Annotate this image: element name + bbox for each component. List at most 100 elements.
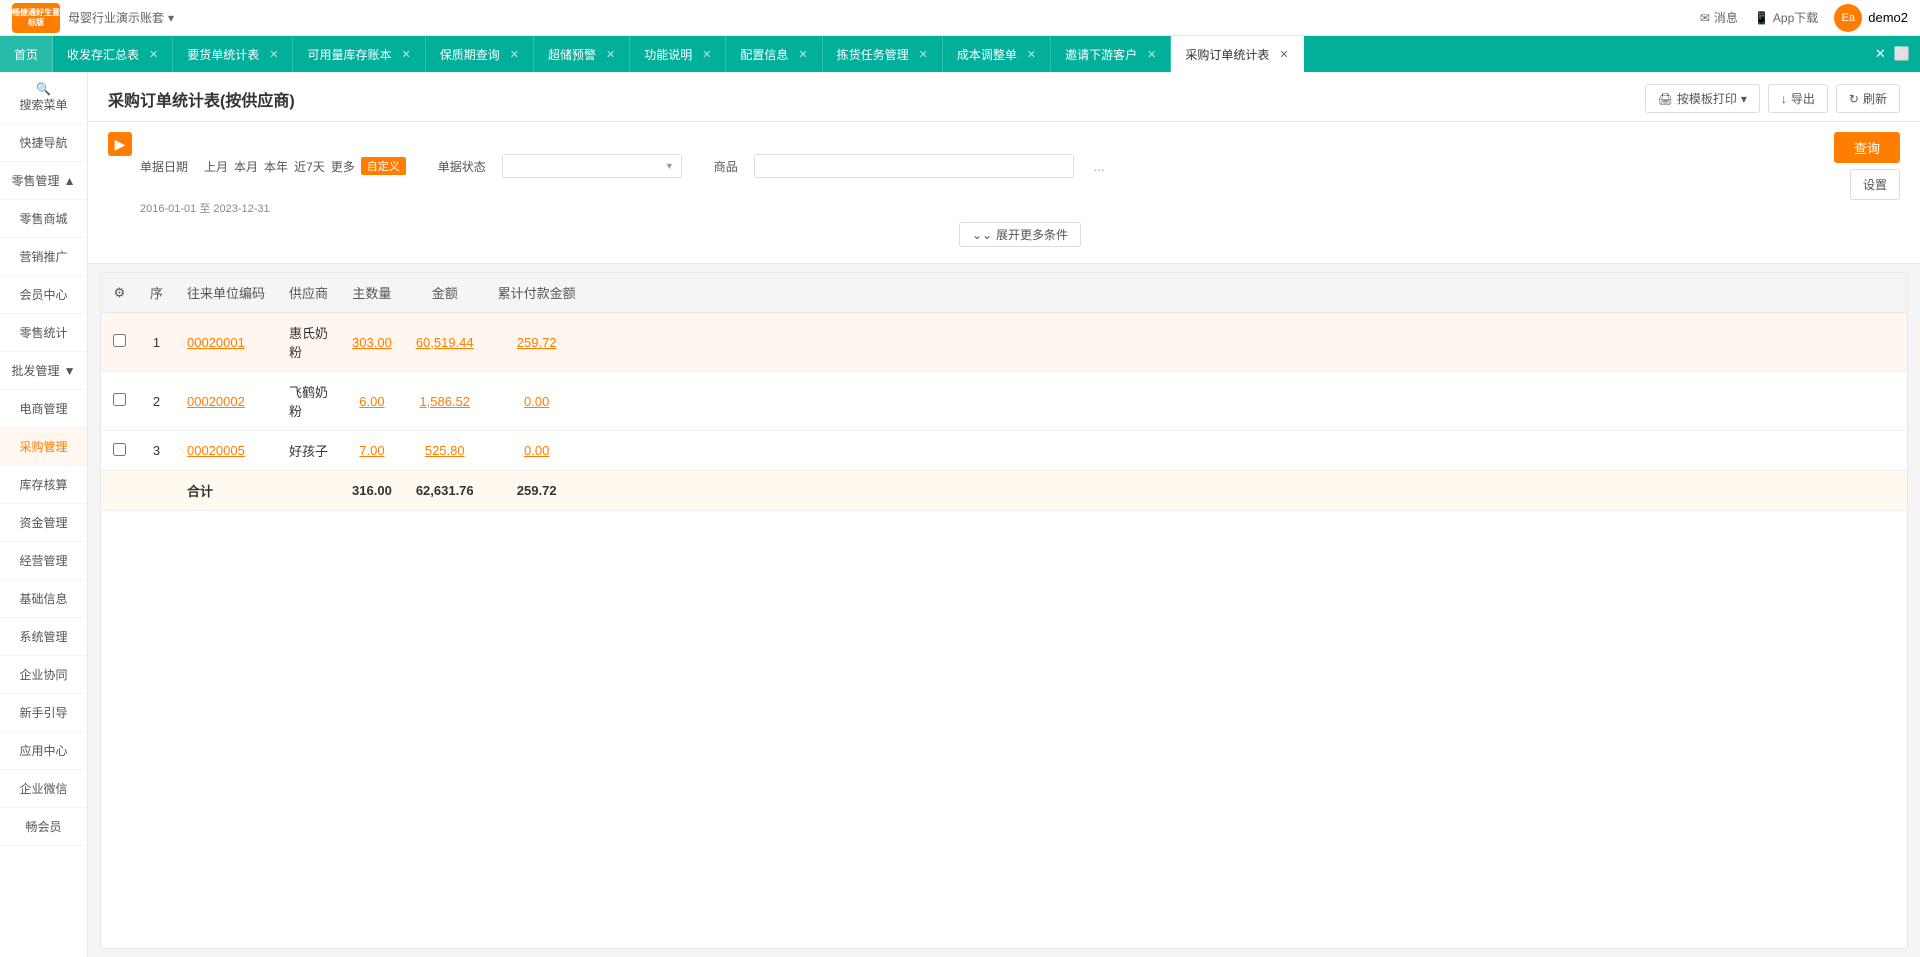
tab-config-info[interactable]: 配置信息 ✕: [726, 36, 822, 72]
app-download-btn[interactable]: 📱 App下载: [1754, 9, 1818, 26]
sidebar-search[interactable]: 🔍 搜索菜单: [0, 72, 87, 124]
print-dropdown-icon: ▾: [1741, 92, 1747, 106]
tab-purchase-summary[interactable]: 采购订单统计表 ✕: [1171, 36, 1303, 72]
avatar: Ea: [1834, 4, 1862, 32]
message-btn[interactable]: ✉ 消息: [1700, 9, 1738, 26]
app-download-icon: 📱: [1754, 11, 1769, 25]
shortcut-this-month[interactable]: 本月: [234, 158, 258, 175]
sidebar-item-retail-store[interactable]: 零售商城: [0, 200, 87, 238]
sidebar-item-inventory-check[interactable]: 库存核算: [0, 466, 87, 504]
tab-available-stock[interactable]: 可用量库存账本 ✕: [293, 36, 425, 72]
expand-icon: ⌄⌄: [972, 228, 992, 242]
row2-checkbox[interactable]: [101, 372, 138, 431]
table-footer-row: 合计 316.00 62,631.76 259.72: [101, 471, 1907, 511]
col-settings[interactable]: ⚙: [101, 273, 138, 313]
sidebar-item-finance-mgmt[interactable]: 资金管理: [0, 504, 87, 542]
sidebar-item-purchase-mgmt[interactable]: 采购管理: [0, 428, 87, 466]
expand-more-row: ⌄⌄ 展开更多条件: [140, 216, 1900, 253]
sidebar-item-operation-mgmt[interactable]: 经营管理: [0, 542, 87, 580]
tab-invite-downstream[interactable]: 邀请下游客户 ✕: [1051, 36, 1171, 72]
custom-date-badge[interactable]: 自定义: [361, 157, 406, 175]
sidebar-item-vip-member[interactable]: 畅会员: [0, 808, 87, 846]
close-function-desc-icon[interactable]: ✕: [702, 48, 711, 61]
shortcut-this-year[interactable]: 本年: [264, 158, 288, 175]
close-cost-adjust-icon[interactable]: ✕: [1027, 48, 1036, 61]
col-amount: 金额: [404, 273, 486, 313]
content-area: 采购订单统计表(按供应商) 🖨 按模板打印 ▾ ↓ 导出 ↻ 刷新: [88, 72, 1920, 957]
nav-close-all-icon[interactable]: ✕: [1875, 46, 1886, 62]
export-button[interactable]: ↓ 导出: [1768, 84, 1828, 113]
goods-more-icon[interactable]: ...: [1094, 159, 1105, 174]
sidebar-item-wholesale-mgmt[interactable]: 批发管理 ▼: [0, 352, 87, 390]
close-expiry-query-icon[interactable]: ✕: [510, 48, 519, 61]
close-invite-downstream-icon[interactable]: ✕: [1147, 48, 1156, 61]
tab-function-desc[interactable]: 功能说明 ✕: [630, 36, 726, 72]
setting-button[interactable]: 设置: [1850, 169, 1900, 200]
user-area[interactable]: Ea demo2: [1834, 4, 1908, 32]
footer-empty: [588, 471, 1907, 511]
close-available-stock-icon[interactable]: ✕: [402, 48, 411, 61]
sidebar-item-system-mgmt[interactable]: 系统管理: [0, 618, 87, 656]
shortcut-more[interactable]: 更多: [331, 158, 355, 175]
tab-order-summary[interactable]: 要货单统计表 ✕: [173, 36, 293, 72]
sidebar-item-basic-info[interactable]: 基础信息: [0, 580, 87, 618]
col-num: 序: [138, 273, 175, 313]
row1-unit-code-link[interactable]: 00020001: [187, 335, 245, 350]
tab-receive-summary[interactable]: 收发存汇总表 ✕: [53, 36, 173, 72]
status-select[interactable]: [502, 154, 682, 178]
row3-checkbox[interactable]: [101, 431, 138, 471]
chevron-down-icon: ▼: [64, 364, 76, 378]
sidebar-item-retail-mgmt[interactable]: 零售管理 ▲: [0, 162, 87, 200]
filter-collapse-btn[interactable]: ▶: [108, 132, 132, 156]
goods-input[interactable]: [754, 154, 1074, 178]
close-order-summary-icon[interactable]: ✕: [269, 48, 278, 61]
tab-overstock-alert[interactable]: 超储预警 ✕: [534, 36, 630, 72]
close-config-info-icon[interactable]: ✕: [798, 48, 807, 61]
tab-home[interactable]: 首页: [0, 36, 53, 72]
sidebar-item-marketing[interactable]: 营销推广: [0, 238, 87, 276]
footer-checkbox-cell: [101, 471, 138, 511]
row2-unit-code: 00020002: [175, 372, 277, 431]
shortcut-last-month[interactable]: 上月: [204, 158, 228, 175]
row2-unit-code-link[interactable]: 00020002: [187, 394, 245, 409]
row3-amount: 525.80: [404, 431, 486, 471]
sidebar-item-ecommerce-mgmt[interactable]: 电商管理: [0, 390, 87, 428]
close-receive-summary-icon[interactable]: ✕: [149, 48, 158, 61]
sidebar: 🔍 搜索菜单 快捷导航 零售管理 ▲ 零售商城 营销推广 会员中心 零售统计 批…: [0, 72, 88, 957]
shortcut-7days[interactable]: 近7天: [294, 158, 325, 175]
row3-paid-amount: 0.00: [486, 431, 588, 471]
nav-maximize-icon[interactable]: ⬜: [1894, 46, 1910, 62]
row1-paid-amount: 259.72: [486, 313, 588, 372]
col-unit-code: 往来单位编码: [175, 273, 277, 313]
workspace-selector[interactable]: 母婴行业演示账套 ▾: [68, 9, 174, 26]
settings-icon: ⚙: [114, 285, 126, 300]
tab-picking-task[interactable]: 拣货任务管理 ✕: [823, 36, 943, 72]
sidebar-item-new-guide[interactable]: 新手引导: [0, 694, 87, 732]
sidebar-item-member-center[interactable]: 会员中心: [0, 276, 87, 314]
sidebar-item-retail-stats[interactable]: 零售统计: [0, 314, 87, 352]
table-row: 1 00020001 惠氏奶粉 303.00 60,519.44 259.72: [101, 313, 1907, 372]
tab-expiry-query[interactable]: 保质期查询 ✕: [426, 36, 534, 72]
footer-num-cell: [138, 471, 175, 511]
close-picking-task-icon[interactable]: ✕: [919, 48, 928, 61]
close-overstock-alert-icon[interactable]: ✕: [606, 48, 615, 61]
sidebar-item-enterprise-wechat[interactable]: 企业微信: [0, 770, 87, 808]
tab-cost-adjust[interactable]: 成本调整单 ✕: [943, 36, 1051, 72]
table-header-row: ⚙ 序 往来单位编码 供应商 主数量 金额 累计付款金额: [101, 273, 1907, 313]
sidebar-item-enterprise-collab[interactable]: 企业协同: [0, 656, 87, 694]
sidebar-item-app-center[interactable]: 应用中心: [0, 732, 87, 770]
row1-num: 1: [138, 313, 175, 372]
close-purchase-summary-icon[interactable]: ✕: [1279, 48, 1288, 61]
goods-label: 商品: [714, 158, 738, 175]
row1-checkbox[interactable]: [101, 313, 138, 372]
sidebar-quick-nav[interactable]: 快捷导航: [0, 124, 87, 162]
row3-main-qty: 7.00: [340, 431, 404, 471]
expand-more-btn[interactable]: ⌄⌄ 展开更多条件: [959, 222, 1081, 247]
row3-unit-code: 00020005: [175, 431, 277, 471]
table-wrap: ⚙ 序 往来单位编码 供应商 主数量 金额 累计付款金额 1: [100, 272, 1908, 949]
query-button[interactable]: 查询: [1834, 132, 1900, 163]
print-button[interactable]: 🖨 按模板打印 ▾: [1645, 84, 1760, 113]
row2-amount: 1,586.52: [404, 372, 486, 431]
refresh-button[interactable]: ↻ 刷新: [1836, 84, 1900, 113]
row3-unit-code-link[interactable]: 00020005: [187, 443, 245, 458]
